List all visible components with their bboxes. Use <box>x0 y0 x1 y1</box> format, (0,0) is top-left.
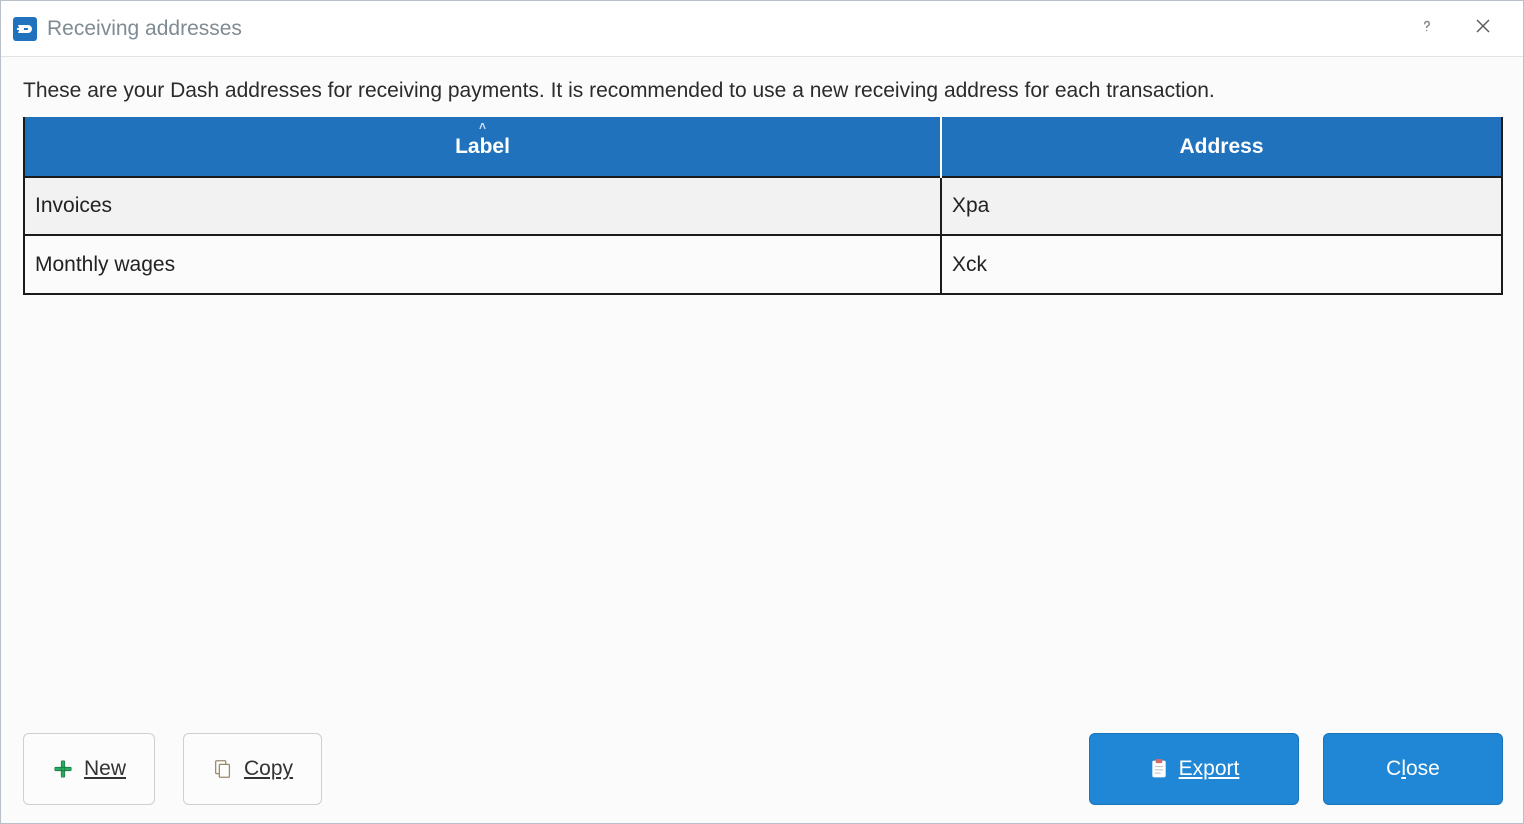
column-header-address[interactable]: Address <box>941 117 1501 177</box>
new-button-label: New <box>84 757 126 781</box>
copy-icon <box>212 758 234 780</box>
close-window-button[interactable] <box>1455 1 1511 57</box>
close-button-label: Close <box>1386 757 1440 781</box>
description-text: These are your Dash addresses for receiv… <box>23 77 1503 105</box>
window-title: Receiving addresses <box>47 17 242 41</box>
help-icon <box>1418 17 1436 41</box>
copy-button[interactable]: Copy <box>183 733 322 805</box>
new-button[interactable]: New <box>23 733 155 805</box>
dialog-content: These are your Dash addresses for receiv… <box>1 57 1523 823</box>
cell-label[interactable]: Invoices <box>25 177 941 235</box>
titlebar: Receiving addresses <box>1 1 1523 57</box>
table-row[interactable]: Invoices Xpa <box>25 177 1501 235</box>
dash-app-icon <box>13 17 37 41</box>
plus-icon <box>52 758 74 780</box>
dialog-window: Receiving addresses These are your Dash … <box>0 0 1524 824</box>
clipboard-icon <box>1149 758 1169 780</box>
copy-button-label: Copy <box>244 757 293 781</box>
address-table: ˄ Label Address Invoices Xpa Monthl <box>23 117 1503 295</box>
table-row[interactable]: Monthly wages Xck <box>25 235 1501 293</box>
close-button[interactable]: Close <box>1323 733 1503 805</box>
close-icon <box>1475 17 1491 40</box>
cell-address[interactable]: Xpa <box>941 177 1501 235</box>
export-button-label: Export <box>1179 757 1240 781</box>
sort-indicator-icon: ˄ <box>479 119 486 133</box>
help-button[interactable] <box>1399 1 1455 57</box>
cell-address[interactable]: Xck <box>941 235 1501 293</box>
column-header-label[interactable]: ˄ Label <box>25 117 941 177</box>
button-bar: New Copy <box>23 715 1503 805</box>
export-button[interactable]: Export <box>1089 733 1299 805</box>
cell-label[interactable]: Monthly wages <box>25 235 941 293</box>
